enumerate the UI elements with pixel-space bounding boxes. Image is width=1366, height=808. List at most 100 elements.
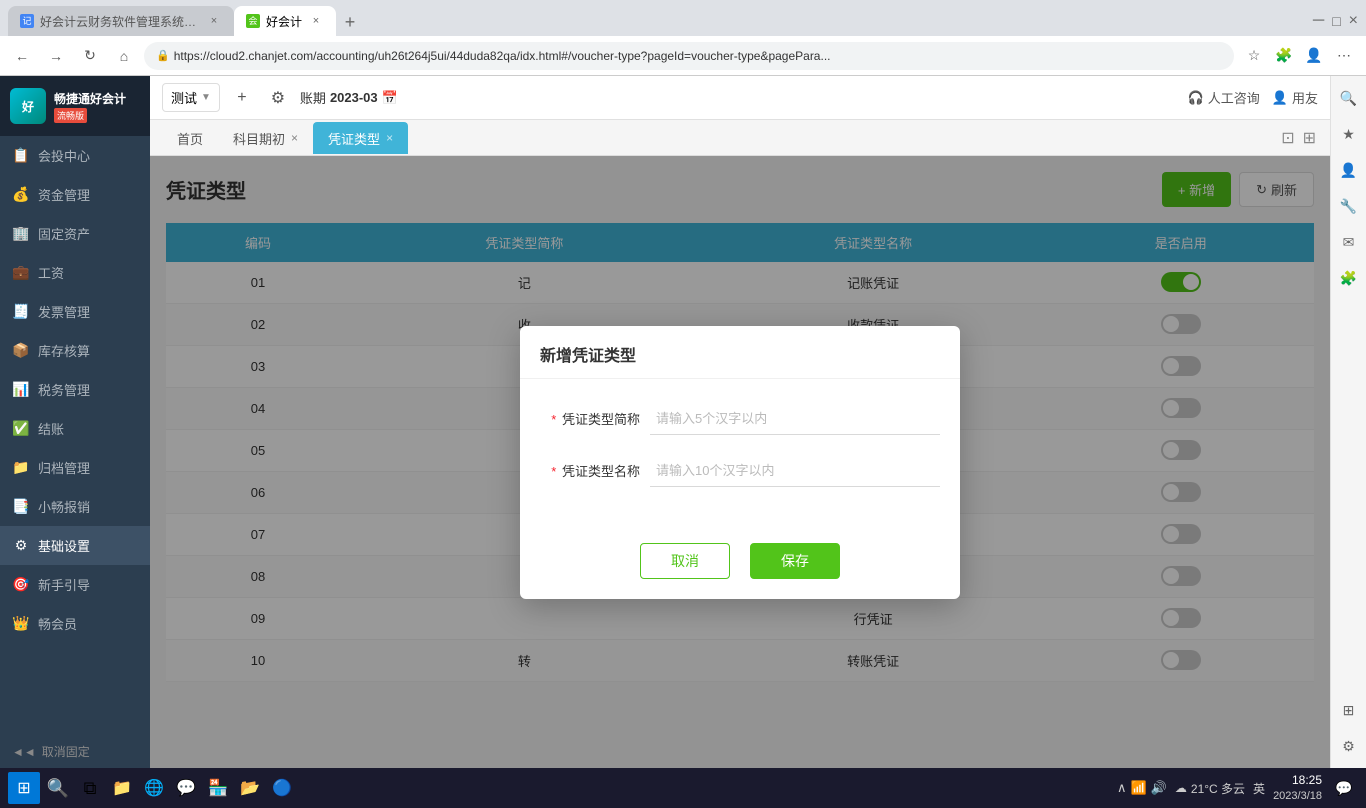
back-button[interactable]: ←: [8, 42, 36, 70]
invoice-icon: 🧾: [12, 303, 30, 321]
sidebar-item-label: 归档管理: [38, 458, 90, 477]
collapse-icon[interactable]: ⊡: [1279, 126, 1296, 150]
home-button[interactable]: ⌂: [110, 42, 138, 70]
sidebar-item-salary[interactable]: 💼 工资: [0, 253, 150, 292]
maximize-icon[interactable]: □: [1332, 13, 1340, 29]
right-star-icon[interactable]: ★: [1335, 120, 1363, 148]
sidebar-item-report[interactable]: 📑 小畅报销: [0, 487, 150, 526]
tray-chevron-icon[interactable]: ∧: [1117, 780, 1127, 796]
save-button[interactable]: 保存: [750, 543, 840, 579]
right-panel: 🔍 ★ 👤 🔧 ✉ 🧩 ⊞ ⚙: [1330, 76, 1366, 768]
tab-voucher-close-icon[interactable]: ×: [386, 131, 393, 145]
taskbar-store-icon[interactable]: 🏪: [204, 774, 232, 802]
tab-subject[interactable]: 科目期初 ×: [218, 122, 313, 154]
workspace-selector[interactable]: 测试 ▼: [162, 83, 220, 112]
consult-label: 人工咨询: [1208, 88, 1260, 107]
taskbar-search-icon[interactable]: 🔍: [44, 774, 72, 802]
required-star-1: *: [551, 412, 556, 427]
capital-icon: 💰: [12, 186, 30, 204]
form-row-short: * 凭证类型简称: [540, 403, 940, 435]
settings-button[interactable]: ⚙: [264, 84, 292, 112]
right-grid-icon[interactable]: ⊞: [1335, 696, 1363, 724]
sidebar-item-settings[interactable]: ⚙ 基础设置: [0, 526, 150, 565]
notification-icon[interactable]: 💬: [1330, 774, 1358, 802]
sidebar-item-label: 固定资产: [38, 224, 90, 243]
sidebar-item-fixed[interactable]: 🏢 固定资产: [0, 214, 150, 253]
period-label-text: 账期: [300, 88, 326, 107]
sidebar-item-capital[interactable]: 💰 资金管理: [0, 175, 150, 214]
logo-badge: 流畅版: [54, 108, 87, 123]
taskbar-folder-icon[interactable]: 📂: [236, 774, 264, 802]
browser-tab-2[interactable]: 会 好会计 ×: [234, 6, 336, 36]
tab-home-label: 首页: [177, 129, 203, 148]
register-icon: 📋: [12, 147, 30, 165]
field-short-input[interactable]: [650, 403, 940, 435]
tab-subject-close-icon[interactable]: ×: [291, 131, 298, 145]
calendar-icon[interactable]: 📅: [382, 90, 398, 106]
required-star-2: *: [551, 464, 556, 479]
cancel-button[interactable]: 取消: [640, 543, 730, 579]
tab-home[interactable]: 首页: [162, 122, 218, 154]
new-tab-button[interactable]: +: [336, 8, 364, 36]
url-input[interactable]: 🔒 https://cloud2.chanjet.com/accounting/…: [144, 42, 1234, 70]
sidebar-item-tax[interactable]: 📊 税务管理: [0, 370, 150, 409]
tab2-close-icon[interactable]: ×: [308, 13, 324, 29]
sidebar-item-settle[interactable]: ✅ 结账: [0, 409, 150, 448]
add-company-button[interactable]: +: [228, 84, 256, 112]
extensions-icon[interactable]: 🧩: [1270, 42, 1298, 70]
right-mail-icon[interactable]: ✉: [1335, 228, 1363, 256]
close-icon[interactable]: ×: [1349, 12, 1358, 30]
weather-text: 21°C 多云: [1191, 780, 1245, 797]
field-name-input[interactable]: [650, 455, 940, 487]
refresh-button[interactable]: ↻: [76, 42, 104, 70]
sidebar-item-member[interactable]: 👑 畅会员: [0, 604, 150, 643]
right-puzzle-icon[interactable]: 🧩: [1335, 264, 1363, 292]
taskbar-edge-icon[interactable]: 🔵: [268, 774, 296, 802]
tab1-close-icon[interactable]: ×: [206, 13, 222, 29]
profile-icon[interactable]: 👤: [1300, 42, 1328, 70]
taskbar-explorer-icon[interactable]: 📁: [108, 774, 136, 802]
pin-icon: ◄◄: [12, 745, 36, 759]
more-icon[interactable]: ⋯: [1330, 42, 1358, 70]
headset-icon: 🎧: [1188, 90, 1204, 106]
right-search-icon[interactable]: 🔍: [1335, 84, 1363, 112]
taskbar-multitask-icon[interactable]: ⧉: [76, 774, 104, 802]
workspace-label: 测试: [171, 88, 197, 107]
sidebar-item-guide[interactable]: 🎯 新手引导: [0, 565, 150, 604]
member-icon: 👑: [12, 615, 30, 633]
fixed-icon: 🏢: [12, 225, 30, 243]
sidebar-logo: 好 畅捷通好会计 流畅版: [0, 76, 150, 136]
modal-overlay: 新增凭证类型 * 凭证类型简称 * 凭证类型名称: [150, 156, 1330, 768]
tab-voucher-type[interactable]: 凭证类型 ×: [313, 122, 408, 154]
taskbar-wechat-icon[interactable]: 💬: [172, 774, 200, 802]
right-settings-icon[interactable]: ⚙: [1335, 732, 1363, 760]
sidebar-bottom-pin[interactable]: ◄◄ 取消固定: [0, 735, 150, 768]
tray-sound-icon[interactable]: 🔊: [1151, 780, 1167, 796]
language-indicator[interactable]: 英: [1253, 780, 1265, 797]
weather-info: ☁ 21°C 多云: [1175, 780, 1245, 797]
browser-tab-1[interactable]: 记 好会计云财务软件管理系统_会计 ×: [8, 6, 234, 36]
tray-network-icon[interactable]: 📶: [1131, 780, 1147, 796]
sidebar-item-stock[interactable]: 📦 库存核算: [0, 331, 150, 370]
sidebar-item-archive[interactable]: 📁 归档管理: [0, 448, 150, 487]
bookmark-icon[interactable]: ☆: [1240, 42, 1268, 70]
start-button[interactable]: ⊞: [8, 772, 40, 804]
tax-icon: 📊: [12, 381, 30, 399]
sidebar-item-label: 税务管理: [38, 380, 90, 399]
taskbar-chrome-icon[interactable]: 🌐: [140, 774, 168, 802]
sidebar-item-invoice[interactable]: 🧾 发票管理: [0, 292, 150, 331]
forward-button[interactable]: →: [42, 42, 70, 70]
minimize-icon[interactable]: ─: [1313, 12, 1324, 30]
field-short-label: * 凭证类型简称: [540, 409, 650, 428]
toolbar-right: 🎧 人工咨询 👤 用友: [1188, 88, 1318, 107]
sidebar-item-register[interactable]: 📋 会投中心: [0, 136, 150, 175]
content-area: 凭证类型 + 新增 ↻ 刷新 编码 凭证类型简称 凭证类型名称 是否启用: [150, 156, 1330, 768]
right-tool-icon[interactable]: 🔧: [1335, 192, 1363, 220]
user-area[interactable]: 👤 用友: [1272, 88, 1318, 107]
expand-icon[interactable]: ⊞: [1301, 126, 1318, 150]
right-user-icon[interactable]: 👤: [1335, 156, 1363, 184]
taskbar-right: ∧ 📶 🔊 ☁ 21°C 多云 英 18:25 2023/3/18 💬: [1117, 772, 1358, 804]
consult-button[interactable]: 🎧 人工咨询: [1188, 88, 1260, 107]
settings-icon: ⚙: [12, 537, 30, 555]
tab-expand-area: ⊡ ⊞: [1279, 126, 1318, 150]
